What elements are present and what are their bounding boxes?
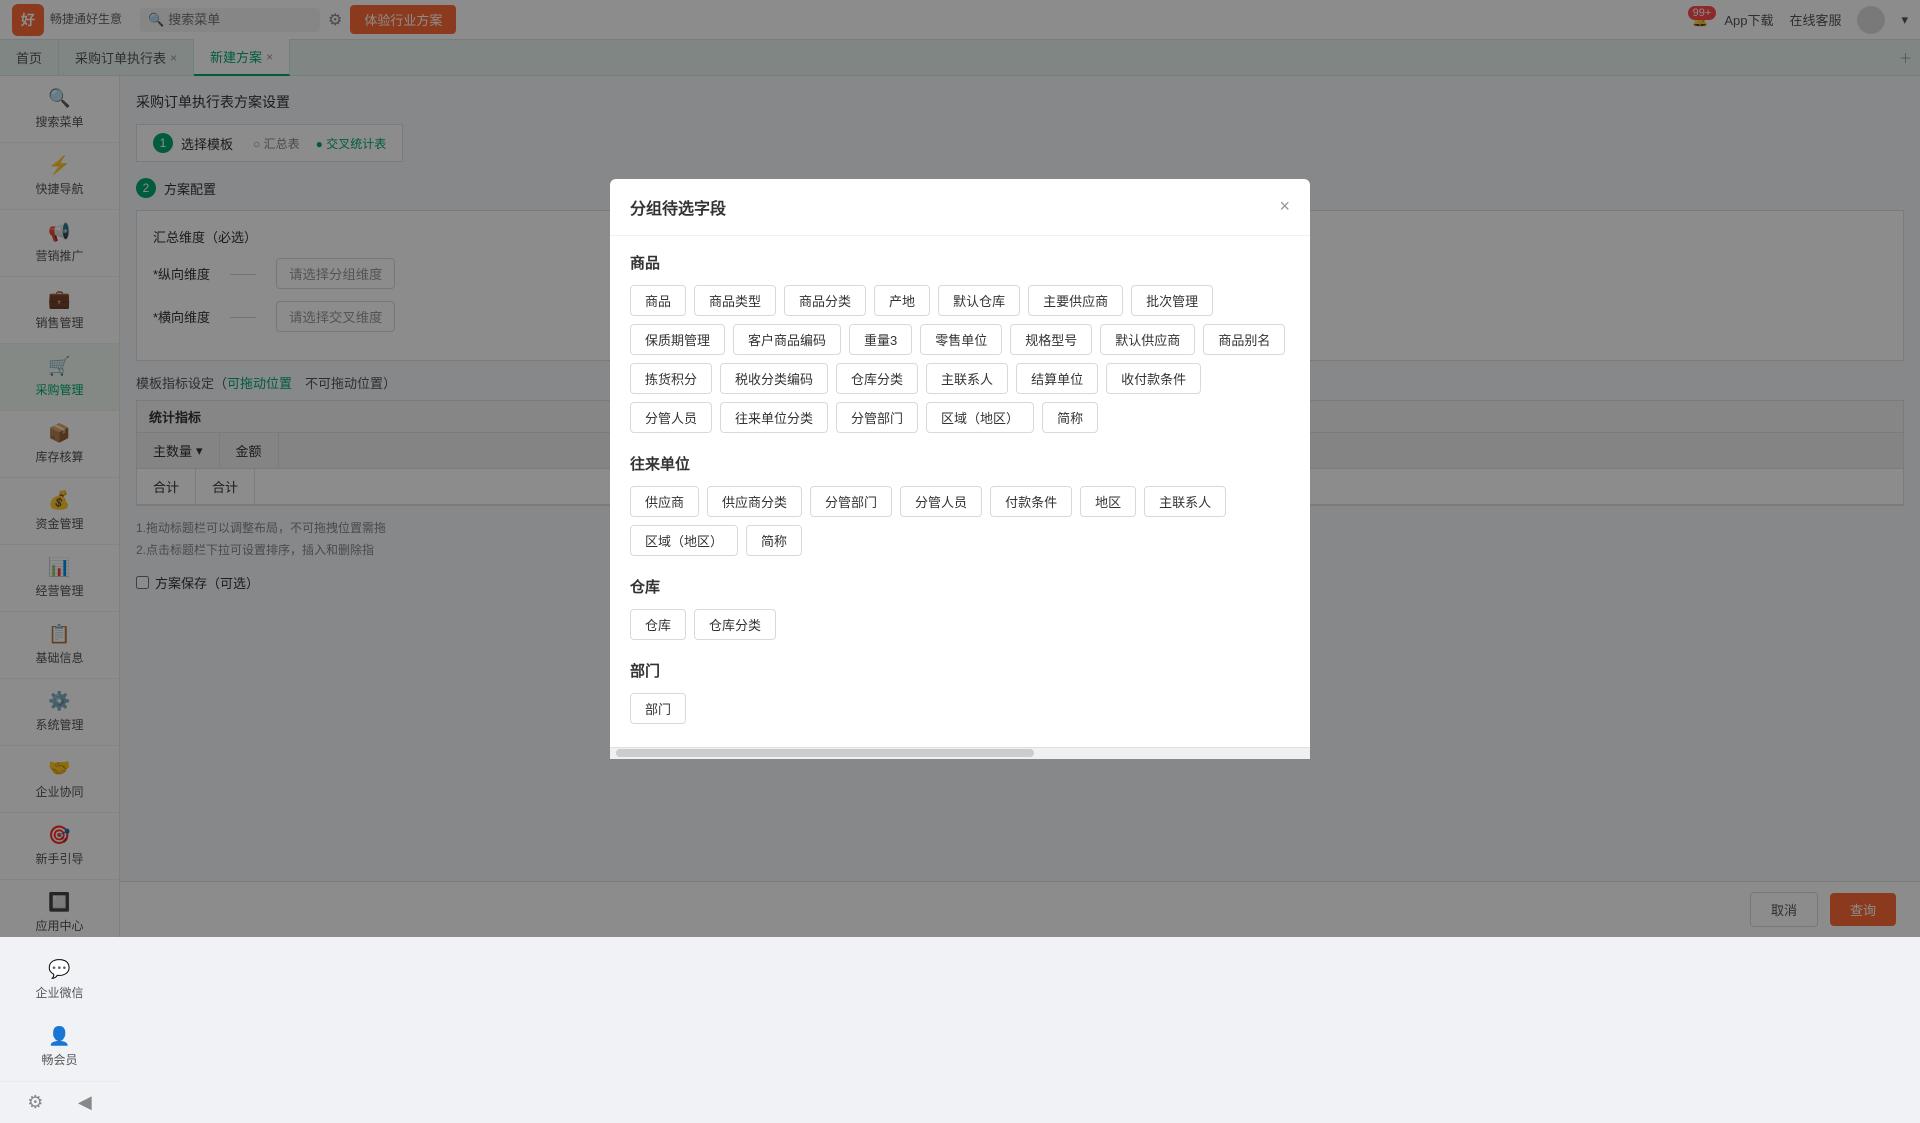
- field-tag[interactable]: 商品分类: [784, 285, 866, 316]
- field-tag[interactable]: 重量3: [849, 324, 912, 355]
- field-group-title: 往来单位: [630, 453, 1290, 474]
- field-tag[interactable]: 规格型号: [1010, 324, 1092, 355]
- field-tag[interactable]: 仓库分类: [836, 363, 918, 394]
- collapse-icon[interactable]: ◀: [78, 1092, 92, 1113]
- member-icon: 👤: [48, 1026, 70, 1047]
- field-tag[interactable]: 默认供应商: [1100, 324, 1195, 355]
- field-tag[interactable]: 主联系人: [1144, 486, 1226, 517]
- field-tag[interactable]: 简称: [746, 525, 802, 556]
- field-tag[interactable]: 供应商分类: [707, 486, 802, 517]
- sidebar-item-member[interactable]: 👤 畅会员: [0, 1014, 119, 1081]
- modal-overlay: 分组待选字段 × 商品商品商品类型商品分类产地默认仓库主要供应商批次管理保质期管…: [0, 0, 1920, 937]
- field-tag[interactable]: 主要供应商: [1028, 285, 1123, 316]
- field-tag[interactable]: 部门: [630, 693, 686, 724]
- field-tag[interactable]: 零售单位: [920, 324, 1002, 355]
- field-tag[interactable]: 仓库: [630, 609, 686, 640]
- field-tag[interactable]: 分管部门: [810, 486, 892, 517]
- sidebar-item-member-label: 畅会员: [41, 1051, 77, 1068]
- field-group-title: 部门: [630, 660, 1290, 681]
- field-tags: 商品商品类型商品分类产地默认仓库主要供应商批次管理保质期管理客户商品编码重量3 零…: [630, 285, 1290, 433]
- modal-body[interactable]: 商品商品商品类型商品分类产地默认仓库主要供应商批次管理保质期管理客户商品编码重量…: [610, 236, 1310, 747]
- sidebar-item-wechat-label: 企业微信: [35, 984, 83, 1001]
- modal-header: 分组待选字段 ×: [610, 179, 1310, 236]
- field-tag[interactable]: 商品类型: [694, 285, 776, 316]
- field-tag[interactable]: 默认仓库: [938, 285, 1020, 316]
- field-tag[interactable]: 地区: [1080, 486, 1136, 517]
- field-group-title: 仓库: [630, 576, 1290, 597]
- field-tag[interactable]: 分管部门: [836, 402, 918, 433]
- field-tag[interactable]: 结算单位: [1016, 363, 1098, 394]
- modal-horizontal-scrollbar[interactable]: [610, 747, 1310, 759]
- field-tag[interactable]: 简称: [1042, 402, 1098, 433]
- field-tag[interactable]: 商品别名: [1203, 324, 1285, 355]
- field-tag[interactable]: 产地: [874, 285, 930, 316]
- field-tags: 仓库仓库分类: [630, 609, 1290, 640]
- field-tag[interactable]: 分管人员: [900, 486, 982, 517]
- field-tag[interactable]: 税收分类编码: [720, 363, 828, 394]
- field-group-部门: 部门部门: [630, 660, 1290, 724]
- sidebar-bottom: ⚙ ◀: [0, 1081, 119, 1123]
- field-tag[interactable]: 保质期管理: [630, 324, 725, 355]
- field-tag[interactable]: 区域（地区）: [926, 402, 1034, 433]
- field-tag[interactable]: 分管人员: [630, 402, 712, 433]
- field-tag[interactable]: 客户商品编码: [733, 324, 841, 355]
- field-tags: 部门: [630, 693, 1290, 724]
- field-group-title: 商品: [630, 252, 1290, 273]
- field-tag[interactable]: 仓库分类: [694, 609, 776, 640]
- field-tag[interactable]: 付款条件: [990, 486, 1072, 517]
- field-group-商品: 商品商品商品类型商品分类产地默认仓库主要供应商批次管理保质期管理客户商品编码重量…: [630, 252, 1290, 433]
- field-tag[interactable]: 商品: [630, 285, 686, 316]
- field-tags: 供应商供应商分类分管部门分管人员付款条件地区主联系人区域（地区） 简称: [630, 486, 1290, 556]
- modal-hscroll-thumb: [616, 749, 1034, 757]
- field-group-仓库: 仓库仓库仓库分类: [630, 576, 1290, 640]
- field-tag[interactable]: 批次管理: [1131, 285, 1213, 316]
- modal: 分组待选字段 × 商品商品商品类型商品分类产地默认仓库主要供应商批次管理保质期管…: [610, 179, 1310, 759]
- field-tag[interactable]: 供应商: [630, 486, 699, 517]
- field-tag[interactable]: 拣货积分: [630, 363, 712, 394]
- modal-close-button[interactable]: ×: [1279, 196, 1290, 217]
- field-tag[interactable]: 主联系人: [926, 363, 1008, 394]
- settings-bottom-icon[interactable]: ⚙: [27, 1092, 43, 1113]
- field-tag[interactable]: 区域（地区）: [630, 525, 738, 556]
- sidebar-item-wechat[interactable]: 💬 企业微信: [0, 947, 119, 1014]
- field-tag[interactable]: 收付款条件: [1106, 363, 1201, 394]
- field-group-往来单位: 往来单位供应商供应商分类分管部门分管人员付款条件地区主联系人区域（地区） 简称: [630, 453, 1290, 556]
- modal-title: 分组待选字段: [630, 195, 726, 219]
- field-tag[interactable]: 往来单位分类: [720, 402, 828, 433]
- wechat-icon: 💬: [48, 959, 70, 980]
